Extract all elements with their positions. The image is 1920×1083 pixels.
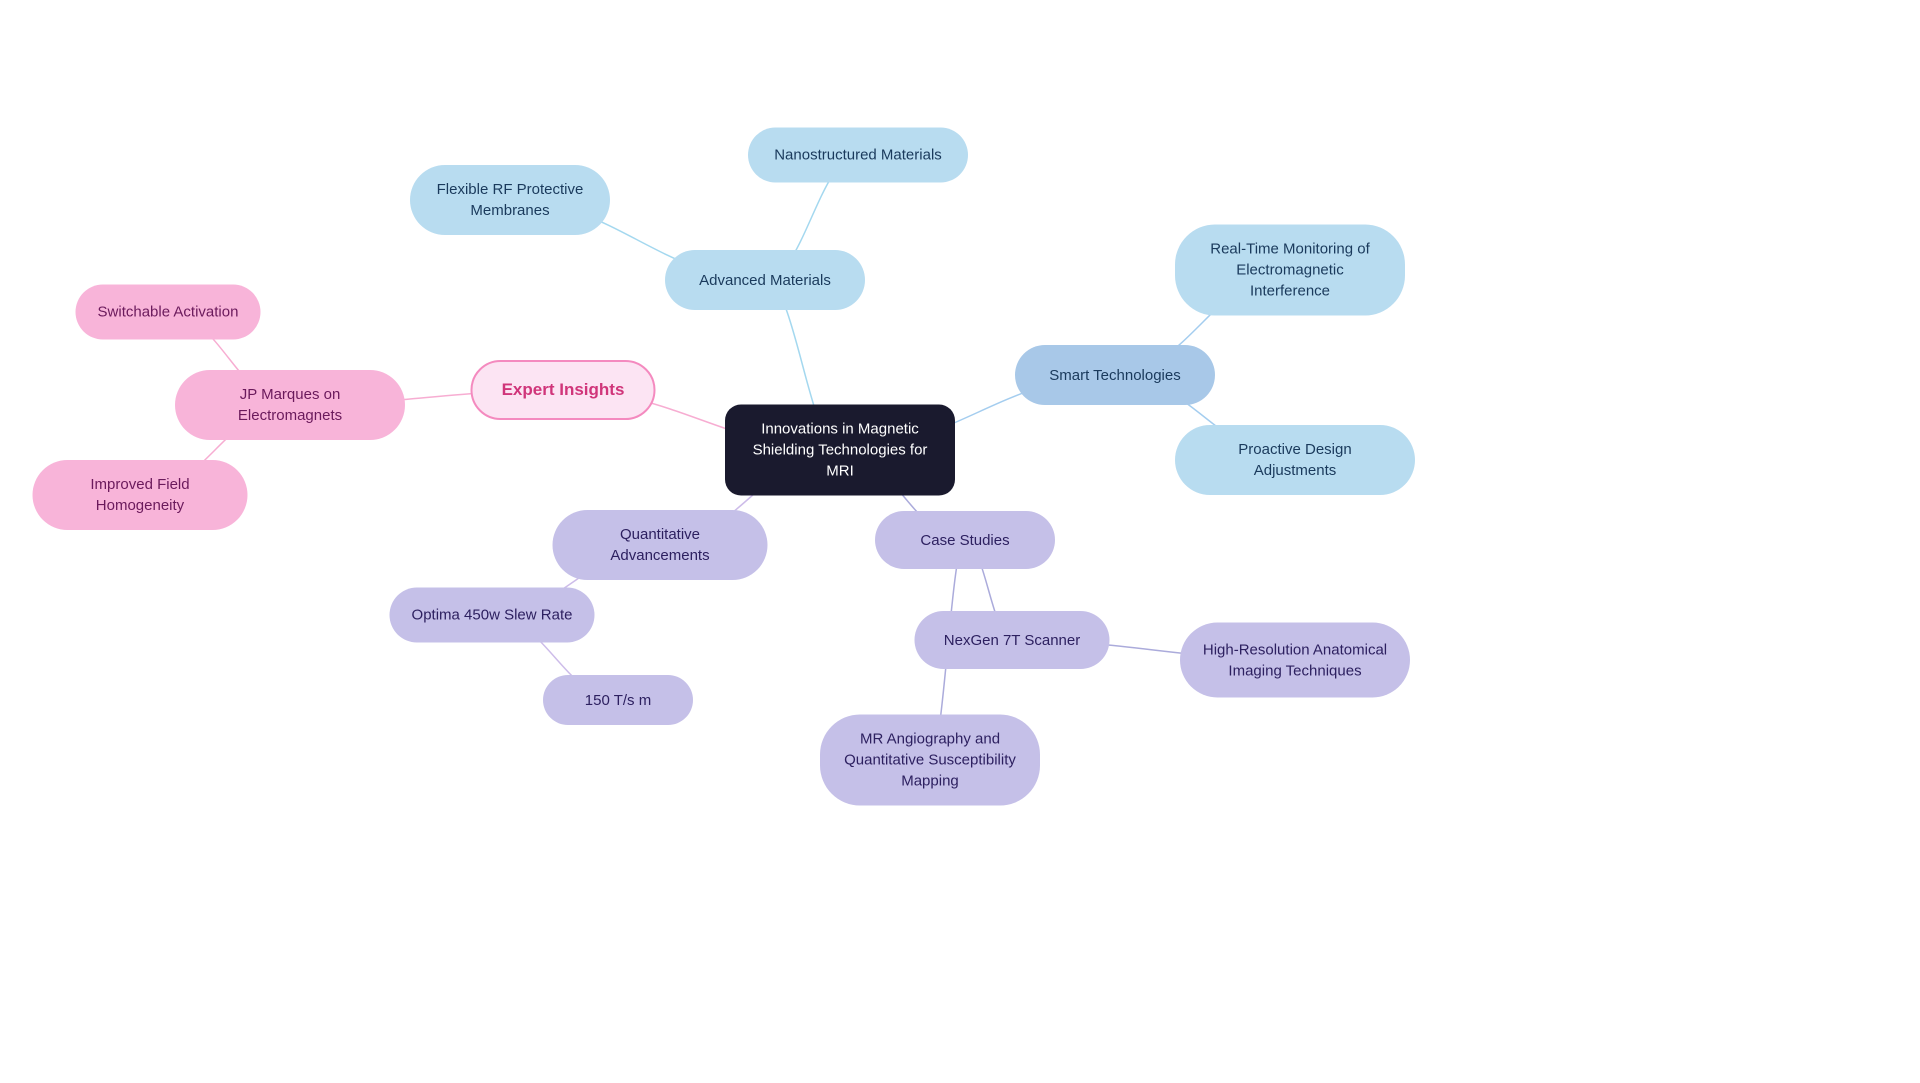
nexgen-node[interactable]: NexGen 7T Scanner xyxy=(915,611,1110,669)
proactive-node[interactable]: Proactive Design Adjustments xyxy=(1175,425,1415,495)
nanostructured-node[interactable]: Nanostructured Materials xyxy=(748,128,968,183)
quantitative-node[interactable]: Quantitative Advancements xyxy=(553,510,768,580)
switchable-node[interactable]: Switchable Activation xyxy=(76,285,261,340)
t150-label: 150 T/s m xyxy=(585,690,651,711)
t150-node[interactable]: 150 T/s m xyxy=(543,675,693,725)
optima-node[interactable]: Optima 450w Slew Rate xyxy=(390,588,595,643)
realtime-label: Real-Time Monitoring of Electromagnetic … xyxy=(1197,239,1383,302)
expert-insights-label: Expert Insights xyxy=(502,378,625,402)
highres-label: High-Resolution Anatomical Imaging Techn… xyxy=(1202,639,1388,681)
central-node[interactable]: Innovations in Magnetic Shielding Techno… xyxy=(725,405,955,496)
central-node-label: Innovations in Magnetic Shielding Techno… xyxy=(747,419,933,482)
expert-insights-node[interactable]: Expert Insights xyxy=(471,360,656,420)
case-studies-label: Case Studies xyxy=(920,530,1009,551)
advanced-materials-node[interactable]: Advanced Materials xyxy=(665,250,865,310)
mr-angio-label: MR Angiography and Quantitative Suscepti… xyxy=(842,729,1018,792)
jp-marques-label: JP Marques on Electromagnets xyxy=(197,384,383,426)
optima-label: Optima 450w Slew Rate xyxy=(412,605,573,626)
mindmap-container: Innovations in Magnetic Shielding Techno… xyxy=(0,0,1920,1083)
improved-field-label: Improved Field Homogeneity xyxy=(55,474,226,516)
flexible-rf-label: Flexible RF Protective Membranes xyxy=(432,179,588,221)
advanced-materials-label: Advanced Materials xyxy=(699,270,831,291)
jp-marques-node[interactable]: JP Marques on Electromagnets xyxy=(175,370,405,440)
improved-field-node[interactable]: Improved Field Homogeneity xyxy=(33,460,248,530)
quantitative-label: Quantitative Advancements xyxy=(575,524,746,566)
switchable-label: Switchable Activation xyxy=(98,302,239,323)
highres-node[interactable]: High-Resolution Anatomical Imaging Techn… xyxy=(1180,623,1410,698)
case-studies-node[interactable]: Case Studies xyxy=(875,511,1055,569)
mr-angio-node[interactable]: MR Angiography and Quantitative Suscepti… xyxy=(820,715,1040,806)
smart-tech-label: Smart Technologies xyxy=(1049,365,1180,386)
realtime-node[interactable]: Real-Time Monitoring of Electromagnetic … xyxy=(1175,225,1405,316)
nexgen-label: NexGen 7T Scanner xyxy=(944,630,1080,651)
smart-tech-node[interactable]: Smart Technologies xyxy=(1015,345,1215,405)
proactive-label: Proactive Design Adjustments xyxy=(1197,439,1393,481)
nanostructured-label: Nanostructured Materials xyxy=(774,145,942,166)
flexible-rf-node[interactable]: Flexible RF Protective Membranes xyxy=(410,165,610,235)
